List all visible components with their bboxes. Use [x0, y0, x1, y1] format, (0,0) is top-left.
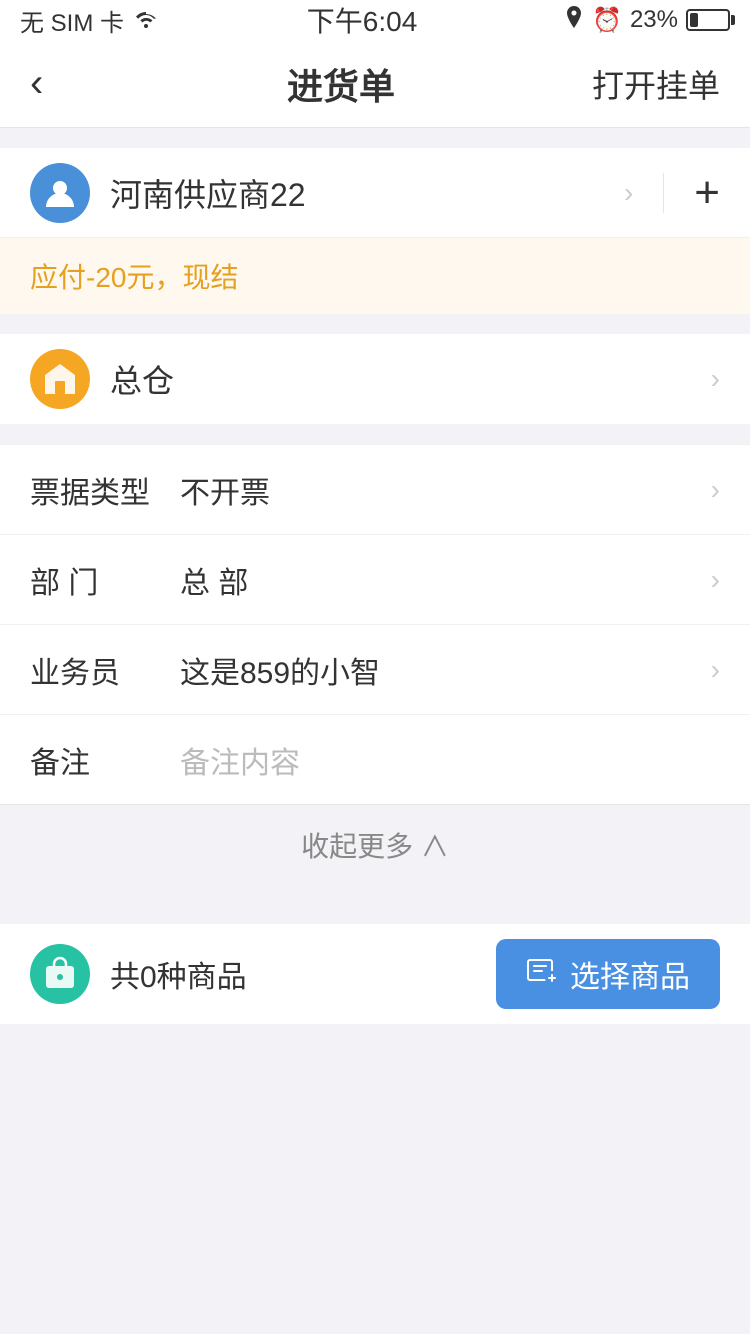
select-product-label: 选择商品: [570, 952, 690, 996]
section-gap-2: [0, 314, 750, 334]
add-supplier-button[interactable]: +: [694, 171, 720, 215]
salesperson-arrow: ›: [711, 654, 720, 686]
department-arrow: ›: [711, 564, 720, 596]
alarm-icon: ⏰: [592, 6, 622, 35]
department-row[interactable]: 部 门 总 部 ›: [0, 534, 750, 624]
status-time: 下午6:04: [307, 0, 418, 40]
section-gap-1: [0, 128, 750, 148]
notice-text: 应付-20元，现结: [30, 262, 238, 293]
location-icon: [564, 6, 584, 35]
department-value: 总 部: [180, 558, 711, 602]
warehouse-name: 总仓: [110, 356, 711, 402]
supplier-name: 河南供应商22: [110, 170, 624, 216]
supplier-arrow-icon: ›: [624, 177, 633, 209]
bottom-product-section: 共0种商品 选择商品: [0, 924, 750, 1024]
select-product-icon: [526, 954, 558, 994]
status-left: 无 SIM 卡: [20, 3, 160, 38]
salesperson-label: 业务员: [30, 648, 170, 692]
carrier-text: 无 SIM 卡: [20, 3, 124, 38]
section-gap-4: [0, 884, 750, 904]
remark-value[interactable]: 备注内容: [180, 738, 720, 782]
collapse-row[interactable]: 收起更多 ∧: [0, 804, 750, 884]
invoice-type-value: 不开票: [180, 468, 711, 512]
salesperson-value: 这是859的小智: [180, 648, 711, 692]
supplier-section: 河南供应商22 › + 应付-20元，现结: [0, 148, 750, 314]
status-bar: 无 SIM 卡 下午6:04 ⏰ 23%: [0, 0, 750, 40]
warehouse-section: 总仓 ›: [0, 334, 750, 424]
collapse-label: 收起更多 ∧: [301, 825, 449, 865]
remark-label: 备注: [30, 738, 170, 782]
supplier-row[interactable]: 河南供应商22 › +: [0, 148, 750, 238]
invoice-type-label: 票据类型: [30, 468, 170, 512]
section-gap-3: [0, 424, 750, 444]
battery-icon: [686, 9, 730, 31]
page-title: 进货单: [287, 58, 395, 110]
remark-row[interactable]: 备注 备注内容: [0, 714, 750, 804]
warehouse-arrow-icon: ›: [711, 363, 720, 395]
warehouse-icon: [30, 349, 90, 409]
select-product-button[interactable]: 选择商品: [496, 939, 720, 1009]
nav-bar: ‹ 进货单 打开挂单: [0, 40, 750, 128]
supplier-avatar: [30, 163, 90, 223]
status-right: ⏰ 23%: [564, 6, 730, 35]
invoice-type-row[interactable]: 票据类型 不开票 ›: [0, 444, 750, 534]
warehouse-row[interactable]: 总仓 ›: [0, 334, 750, 424]
salesperson-row[interactable]: 业务员 这是859的小智 ›: [0, 624, 750, 714]
wifi-icon: [132, 6, 160, 35]
product-count-text: 共0种商品: [110, 952, 496, 996]
invoice-type-arrow: ›: [711, 474, 720, 506]
back-button[interactable]: ‹: [30, 61, 90, 106]
vertical-divider: [663, 173, 664, 213]
form-section: 票据类型 不开票 › 部 门 总 部 › 业务员 这是859的小智 › 备注 备…: [0, 444, 750, 884]
battery-text: 23%: [630, 6, 678, 34]
product-icon: [30, 944, 90, 1004]
open-pending-button[interactable]: 打开挂单: [592, 61, 720, 107]
department-label: 部 门: [30, 558, 170, 602]
notice-row: 应付-20元，现结: [0, 238, 750, 314]
